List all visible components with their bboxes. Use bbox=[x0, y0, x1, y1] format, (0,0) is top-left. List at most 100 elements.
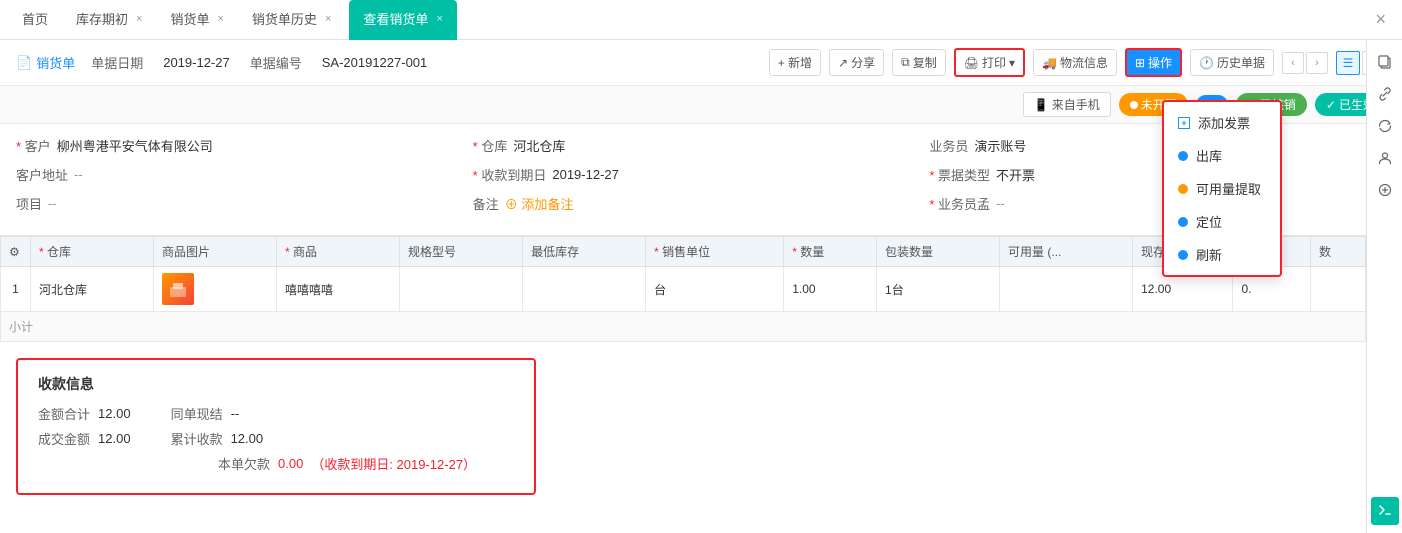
add-invoice-icon: + bbox=[1178, 117, 1190, 129]
doc-meta: 单据日期 2019-12-27 单据编号 SA-20191227-001 bbox=[91, 53, 427, 72]
menu-available-pick[interactable]: 可用量提取 bbox=[1164, 172, 1280, 205]
address-value: -- bbox=[74, 167, 83, 182]
tab-view-sale[interactable]: 查看销货单 × bbox=[349, 0, 456, 40]
copy-icon: ⧉ bbox=[901, 55, 910, 70]
logistics-button[interactable]: 🚚 物流信息 bbox=[1033, 49, 1117, 76]
tab-view-sale-close[interactable]: × bbox=[436, 13, 442, 25]
right-btn-4[interactable] bbox=[1371, 144, 1399, 172]
nav-prev[interactable]: ‹ bbox=[1282, 52, 1304, 74]
same-order-label: 同单现结 bbox=[171, 404, 223, 423]
tab-sale-order-close[interactable]: × bbox=[217, 13, 223, 25]
same-order-value: -- bbox=[231, 406, 240, 421]
warehouse-field: 仓库 河北仓库 bbox=[473, 136, 930, 155]
history-icon: 🕐 bbox=[1199, 56, 1214, 70]
available-pick-icon bbox=[1178, 184, 1188, 194]
view-list-btn[interactable]: ☰ bbox=[1336, 51, 1360, 75]
payment-date-field: 收款到期日 2019-12-27 bbox=[473, 165, 930, 184]
row-spec bbox=[400, 267, 523, 312]
outbound-icon bbox=[1178, 151, 1188, 161]
from-mobile-btn[interactable]: 📱 来自手机 bbox=[1023, 92, 1111, 117]
doc-header: 📄 销货单 单据日期 2019-12-27 单据编号 SA-20191227-0… bbox=[0, 40, 1402, 86]
menu-locate[interactable]: 定位 bbox=[1164, 205, 1280, 238]
menu-refresh[interactable]: 刷新 bbox=[1164, 238, 1280, 271]
row-available bbox=[1000, 267, 1133, 312]
grid-icon: ⊞ bbox=[1135, 56, 1145, 70]
locate-icon bbox=[1178, 217, 1188, 227]
operation-dropdown: + 添加发票 出库 可用量提取 定位 刷新 bbox=[1162, 100, 1282, 277]
info-row-2: 成交金额 12.00 累计收款 12.00 bbox=[38, 429, 514, 448]
doc-type-badge: 📄 销货单 bbox=[16, 53, 75, 72]
project-label: 项目 bbox=[16, 194, 42, 213]
refresh-icon bbox=[1178, 250, 1188, 260]
payment-info-box: 收款信息 金额合计 12.00 同单现结 -- 成交金额 12.00 累计收款 bbox=[16, 358, 536, 495]
window-close-button[interactable]: × bbox=[1367, 9, 1394, 30]
right-btn-2[interactable] bbox=[1371, 80, 1399, 108]
customer-field: 客户 柳州粤港平安气体有限公司 bbox=[16, 136, 473, 155]
mobile-icon: 📱 bbox=[1034, 98, 1049, 112]
add-button[interactable]: + 新增 bbox=[769, 49, 821, 76]
print-button[interactable]: 🖨 打印 ▾ bbox=[954, 48, 1025, 77]
col-unit: 销售单位 bbox=[646, 237, 784, 267]
row-no: 1 bbox=[1, 267, 31, 312]
deal-amount-label: 成交金额 bbox=[38, 429, 90, 448]
total-amount-value: 12.00 bbox=[98, 406, 131, 421]
this-order-value: 0.00 bbox=[278, 456, 303, 471]
tab-sale-history[interactable]: 销货单历史 × bbox=[238, 0, 345, 40]
col-available: 可用量 (... bbox=[1000, 237, 1133, 267]
right-btn-1[interactable] bbox=[1371, 48, 1399, 76]
col-min-stock: 最低库存 bbox=[523, 237, 646, 267]
right-btn-6[interactable] bbox=[1371, 497, 1399, 525]
remark-label: 备注 bbox=[473, 194, 499, 213]
same-order-item: 同单现结 -- bbox=[171, 404, 240, 423]
col-product: 商品 bbox=[277, 237, 400, 267]
subtotal-label: 小计 bbox=[1, 312, 1366, 342]
right-btn-5[interactable] bbox=[1371, 176, 1399, 204]
tab-home-label: 首页 bbox=[22, 9, 48, 28]
tab-inventory[interactable]: 库存期初 × bbox=[62, 0, 156, 40]
right-btn-3[interactable] bbox=[1371, 112, 1399, 140]
this-order-label: 本单欠款 bbox=[218, 454, 270, 473]
bottom-section: 收款信息 金额合计 12.00 同单现结 -- 成交金额 12.00 累计收款 bbox=[0, 342, 1402, 515]
doc-type-icon: 📄 bbox=[16, 55, 32, 71]
toolbar: + 新增 ↗ 分享 ⧉ 复制 🖨 打印 ▾ 🚚 物流信息 ⊞ 操作 bbox=[769, 48, 1386, 77]
row-amount bbox=[1311, 267, 1366, 312]
tab-sale-history-close[interactable]: × bbox=[325, 13, 331, 25]
no-label: 单据编号 bbox=[250, 53, 302, 72]
menu-add-invoice[interactable]: + 添加发票 bbox=[1164, 106, 1280, 139]
date-value: 2019-12-27 bbox=[163, 55, 230, 70]
project-value: -- bbox=[48, 196, 57, 211]
copy-button[interactable]: ⧉ 复制 bbox=[892, 49, 946, 76]
refresh-label: 刷新 bbox=[1196, 245, 1222, 264]
history-button[interactable]: 🕐 历史单据 bbox=[1190, 49, 1274, 76]
cumulative-value: 12.00 bbox=[231, 431, 264, 446]
outbound-label: 出库 bbox=[1196, 146, 1222, 165]
print-icon: 🖨 bbox=[964, 56, 979, 70]
sales-staff-label: 业务员孟 bbox=[929, 194, 990, 213]
row-image bbox=[154, 267, 277, 312]
no-value: SA-20191227-001 bbox=[322, 55, 428, 70]
tab-sale-order[interactable]: 销货单 × bbox=[156, 0, 237, 40]
nav-next[interactable]: › bbox=[1306, 52, 1328, 74]
info-row-3: 本单欠款 0.00 （收款到期日: 2019-12-27） bbox=[38, 454, 514, 473]
operation-button[interactable]: ⊞ 操作 bbox=[1125, 48, 1182, 77]
row-min-stock bbox=[523, 267, 646, 312]
warehouse-value: 河北仓库 bbox=[513, 136, 565, 155]
cumulative-item: 累计收款 12.00 bbox=[171, 429, 264, 448]
customer-value: 柳州粤港平安气体有限公司 bbox=[57, 136, 213, 155]
customer-label: 客户 bbox=[16, 136, 51, 155]
cumulative-label: 累计收款 bbox=[171, 429, 223, 448]
menu-outbound[interactable]: 出库 bbox=[1164, 139, 1280, 172]
col-qty: 数量 bbox=[784, 237, 877, 267]
sales-staff-field: 业务员孟 -- bbox=[929, 194, 1386, 213]
tab-home[interactable]: 首页 bbox=[8, 0, 62, 40]
table-header-row: ⚙ 仓库 商品图片 商品 规格型号 最低库存 销售单位 数量 包装数量 可用量 … bbox=[1, 237, 1366, 267]
row-product: 嘻嘻嘻嘻 bbox=[277, 267, 400, 312]
tab-inventory-close[interactable]: × bbox=[136, 13, 142, 25]
deal-amount-value: 12.00 bbox=[98, 431, 131, 446]
tab-view-sale-label: 查看销货单 bbox=[363, 9, 428, 28]
share-icon: ↗ bbox=[838, 56, 848, 70]
share-button[interactable]: ↗ 分享 bbox=[829, 49, 884, 76]
doc-type-label: 销货单 bbox=[36, 53, 75, 72]
warehouse-label: 仓库 bbox=[473, 136, 508, 155]
remark-add-btn[interactable]: ⊕ 添加备注 bbox=[505, 194, 574, 213]
